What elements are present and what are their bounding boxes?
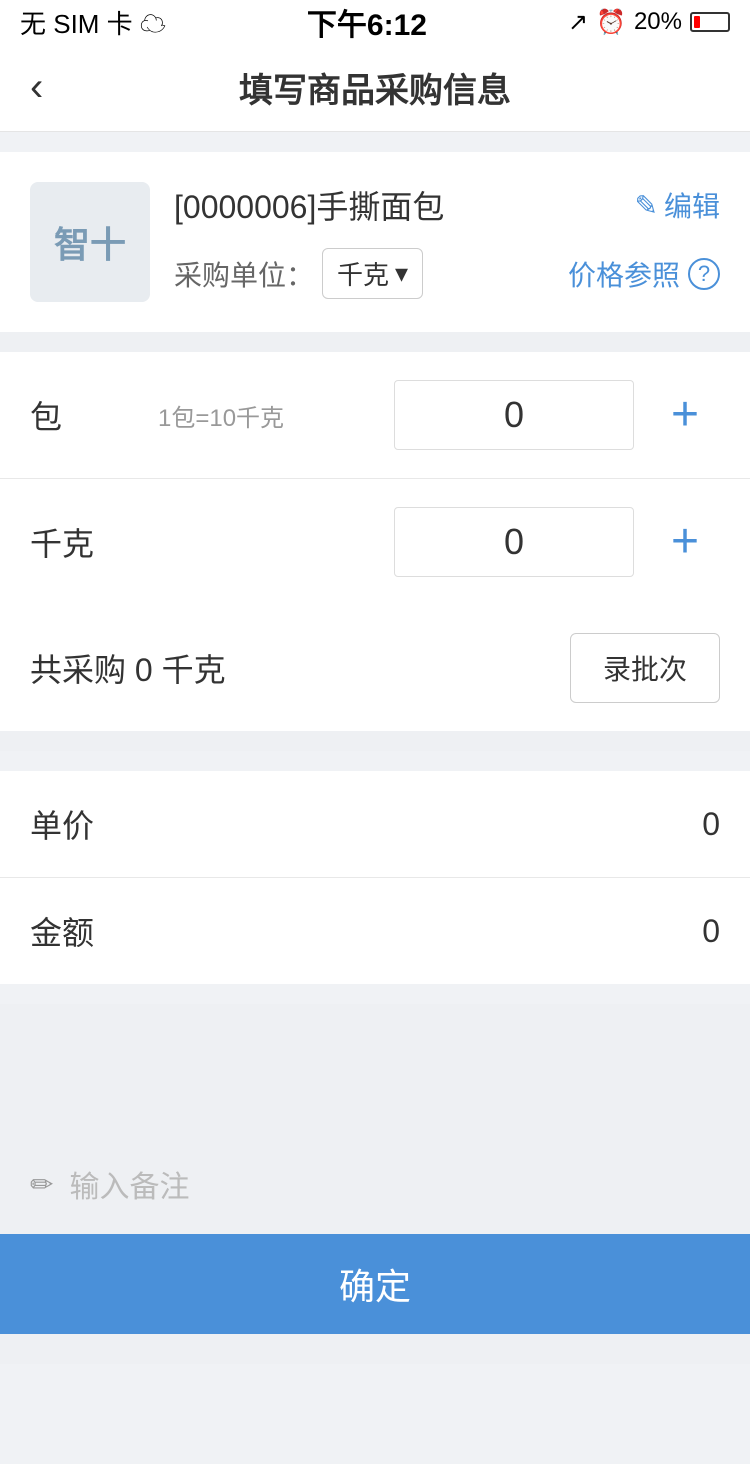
status-time: 下午6:12 <box>307 0 427 44</box>
nav-bar: ‹ 填写商品采购信息 <box>0 44 750 132</box>
batch-button[interactable]: 录批次 <box>570 633 720 703</box>
bag-row: 包 1包=10千克 + <box>0 352 750 479</box>
total-quantity-text: 共采购 0 千克 <box>30 645 226 691</box>
pencil-icon: ✏ <box>30 1168 53 1201</box>
edit-button[interactable]: ✎ 编辑 <box>635 185 720 225</box>
edit-label: 编辑 <box>664 185 720 225</box>
bottom-spacer <box>0 1364 750 1464</box>
kg-row: 千克 + <box>0 479 750 605</box>
bag-sublabel: 1包=10千克 <box>158 398 284 433</box>
location-icon: ↗ <box>568 8 588 37</box>
unit-value: 千克 <box>337 255 389 292</box>
unit-select[interactable]: 千克 ▾ <box>322 248 423 299</box>
divider-2 <box>0 731 750 751</box>
product-card: 智十 [0000006]手撕面包 ✎ 编辑 采购单位： 千克 ▾ 价格参照 ? <box>0 152 750 332</box>
confirm-button[interactable]: 确定 <box>0 1234 750 1334</box>
price-ref-help-icon: ? <box>688 258 720 290</box>
bag-quantity-input[interactable] <box>394 380 634 450</box>
unit-price-label: 单价 <box>30 801 94 847</box>
amount-value: 0 <box>702 913 720 950</box>
price-section: 单价 0 金额 0 <box>0 771 750 984</box>
status-right: ↗ ⏰ 20% <box>568 8 730 37</box>
confirm-button-label: 确定 <box>339 1258 411 1310</box>
remark-placeholder: 输入备注 <box>69 1162 189 1206</box>
divider-1 <box>0 332 750 352</box>
alarm-icon: ⏰ <box>596 8 626 37</box>
price-reference-button[interactable]: 价格参照 ? <box>568 254 720 294</box>
battery-percent: 20% <box>634 8 682 36</box>
product-info: [0000006]手撕面包 ✎ 编辑 采购单位： 千克 ▾ 价格参照 ? <box>174 182 720 299</box>
price-ref-label: 价格参照 <box>568 254 680 294</box>
unit-price-value: 0 <box>702 806 720 843</box>
total-row: 共采购 0 千克 录批次 <box>0 605 750 731</box>
unit-dropdown-icon: ▾ <box>395 258 408 289</box>
sim-label: 无 SIM 卡 ☁ <box>20 4 166 41</box>
amount-label: 金额 <box>30 908 94 954</box>
bag-plus-button[interactable]: + <box>650 380 720 450</box>
edit-icon: ✎ <box>635 189 658 222</box>
unit-label: 采购单位： <box>174 254 314 294</box>
kg-label: 千克 <box>30 519 150 565</box>
status-bar: 无 SIM 卡 ☁ 下午6:12 ↗ ⏰ 20% <box>0 0 750 44</box>
kg-plus-button[interactable]: + <box>650 507 720 577</box>
page-title: 填写商品采购信息 <box>239 63 511 112</box>
product-logo-text: 智十 <box>54 216 126 268</box>
product-image: 智十 <box>30 182 150 302</box>
status-left: 无 SIM 卡 ☁ <box>20 4 166 41</box>
unit-price-row: 单价 0 <box>0 771 750 878</box>
kg-quantity-input[interactable] <box>394 507 634 577</box>
battery-icon <box>690 12 730 32</box>
back-button[interactable]: ‹ <box>20 55 53 120</box>
product-name: [0000006]手撕面包 <box>174 182 444 228</box>
bag-label: 包 <box>30 392 150 438</box>
quantity-section: 包 1包=10千克 + 千克 + <box>0 352 750 605</box>
back-icon: ‹ <box>30 65 43 109</box>
amount-row: 金额 0 <box>0 878 750 984</box>
